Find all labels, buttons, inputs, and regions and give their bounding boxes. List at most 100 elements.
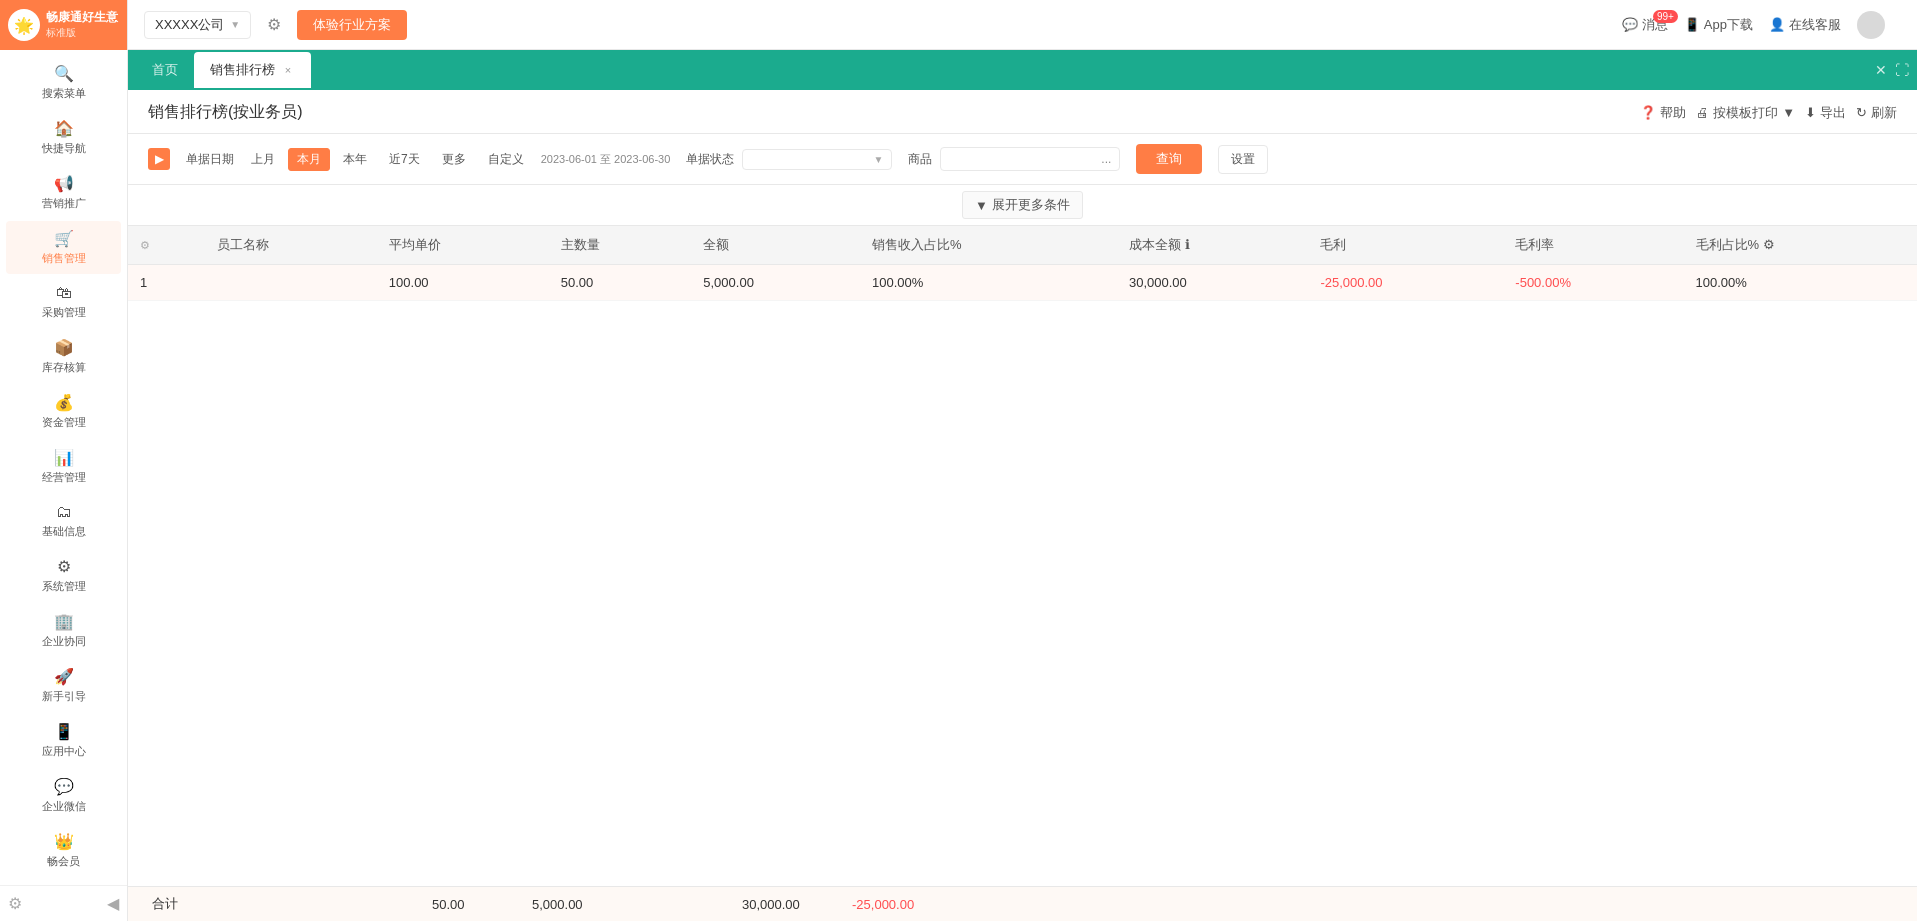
template-print-arrow: ▼ (1782, 105, 1795, 120)
online-service-icon: 👤 (1769, 17, 1785, 32)
sidebar-item-inventory[interactable]: 📦库存核算 (6, 330, 121, 383)
cell-r0-main_qty: 50.00 (549, 265, 692, 301)
app-download-icon: 📱 (1684, 17, 1700, 32)
data-table: ⚙员工名称平均单价主数量全额销售收入占比%成本全额 ℹ毛利毛利率毛利占比% ⚙ … (128, 226, 1917, 301)
sidebar-item-operations[interactable]: 📊经营管理 (6, 440, 121, 493)
th-index: ⚙ (128, 226, 205, 265)
tab-close-icon[interactable]: × (281, 63, 295, 77)
goods-filter-group: 商品 ... (908, 147, 1120, 171)
filter-toggle-btn[interactable]: ▶ (148, 148, 170, 170)
goods-input[interactable]: ... (940, 147, 1120, 171)
topbar-settings-icon[interactable]: ⚙ (267, 15, 281, 34)
table-container: ⚙员工名称平均单价主数量全额销售收入占比%成本全额 ℹ毛利毛利率毛利占比% ⚙ … (128, 226, 1917, 921)
sidebar-label-marketing: 营销推广 (42, 196, 86, 211)
status-select-arrow: ▼ (873, 154, 883, 165)
sidebar-item-marketing[interactable]: 📢 营销推广 (6, 166, 121, 219)
logo-title: 畅康通好生意 (46, 10, 118, 26)
sidebar-label-shortcut: 快捷导航 (42, 141, 86, 156)
th-cost: 成本全额 ℹ (1117, 226, 1308, 265)
expand-button[interactable]: ▼ 展开更多条件 (962, 191, 1083, 219)
sidebar-item-search[interactable]: 🔍搜索菜单 (6, 56, 121, 109)
expand-label: 展开更多条件 (992, 196, 1070, 214)
template-print-button[interactable]: 🖨 按模板打印 ▼ (1696, 104, 1795, 122)
sidebar-icon-marketing: 📢 (54, 174, 74, 193)
company-selector[interactable]: XXXXX公司 ▼ (144, 11, 251, 39)
sidebar-item-basic[interactable]: 🗂基础信息 (6, 495, 121, 547)
date-btn-上月[interactable]: 上月 (242, 148, 284, 171)
sidebar-icon-system: ⚙ (57, 557, 71, 576)
export-icon: ⬇ (1805, 105, 1816, 120)
page-title-row: 销售排行榜(按业务员) ❓ 帮助 🖨 按模板打印 ▼ ⬇ 导出 (148, 102, 1897, 133)
goods-more-icon[interactable]: ... (1101, 152, 1111, 166)
header-actions: ❓ 帮助 🖨 按模板打印 ▼ ⬇ 导出 ↻ 刷新 (1640, 104, 1897, 122)
tab-maximize-icon[interactable]: ⛶ (1895, 62, 1909, 78)
filter-toggle-icon: ▶ (155, 152, 164, 166)
sidebar-icon-apps: 📱 (54, 722, 74, 741)
sidebar-icon-wechat: 💬 (54, 777, 74, 796)
table-footer: 合计 50.00 5,000.00 30,000.00 -25,000.00 (128, 886, 1917, 921)
sidebar-item-finance[interactable]: 💰 资金管理 (6, 385, 121, 438)
table-header-row: ⚙员工名称平均单价主数量全额销售收入占比%成本全额 ℹ毛利毛利率毛利占比% ⚙ (128, 226, 1917, 265)
user-avatar[interactable] (1857, 11, 1885, 39)
export-button[interactable]: ⬇ 导出 (1805, 104, 1846, 122)
online-service-item[interactable]: 👤 在线客服 (1769, 16, 1841, 34)
app-download-item[interactable]: 📱 App下载 (1684, 16, 1753, 34)
tab-home[interactable]: 首页 (136, 52, 194, 88)
th-label-gross: 毛利 (1320, 237, 1346, 252)
main-area: XXXXX公司 ▼ ⚙ 体验行业方案 💬 消息 99+ 📱 App下载 👤 在线… (128, 0, 1917, 921)
sidebar-icon-basic: 🗂 (56, 503, 72, 521)
sidebar-icon-purchase: 🛍 (56, 284, 72, 302)
sidebar-label-purchase: 采购管理 (42, 305, 86, 320)
sidebar-item-enterprise[interactable]: 🏢企业协同 (6, 604, 121, 657)
date-btn-本月[interactable]: 本月 (288, 148, 330, 171)
th-label-main_qty: 主数量 (561, 237, 600, 252)
trial-button[interactable]: 体验行业方案 (297, 10, 407, 40)
sidebar-icon-finance: 💰 (54, 393, 74, 412)
sidebar-item-apps[interactable]: 📱应用中心 (6, 714, 121, 767)
sidebar-label-operations: 经营管理 (42, 470, 86, 485)
sidebar-icon-guide: 🚀 (54, 667, 74, 686)
template-print-icon: 🖨 (1696, 105, 1709, 120)
status-select[interactable]: ▼ (742, 149, 892, 170)
sidebar-item-purchase[interactable]: 🛍 采购管理 (6, 276, 121, 328)
th-label-avg_price: 平均单价 (389, 237, 441, 252)
company-dropdown-arrow: ▼ (230, 19, 240, 30)
cell-r0-avg_price: 100.00 (377, 265, 549, 301)
sidebar-item-shortcut[interactable]: 🏠快捷导航 (6, 111, 121, 164)
setting-button[interactable]: 设置 (1218, 145, 1268, 174)
refresh-button[interactable]: ↻ 刷新 (1856, 104, 1897, 122)
sidebar-item-member[interactable]: 👑畅会员 (6, 824, 121, 877)
query-button[interactable]: 查询 (1136, 144, 1202, 174)
expand-row: ▼ 展开更多条件 (128, 185, 1917, 226)
topbar: XXXXX公司 ▼ ⚙ 体验行业方案 💬 消息 99+ 📱 App下载 👤 在线… (128, 0, 1917, 50)
company-name: XXXXX公司 (155, 16, 224, 34)
table-body: 1100.0050.005,000.00100.00%30,000.00-25,… (128, 265, 1917, 301)
topbar-right: 💬 消息 99+ 📱 App下载 👤 在线客服 (1622, 11, 1901, 39)
export-label: 导出 (1820, 104, 1846, 122)
sidebar-label-finance: 资金管理 (42, 415, 86, 430)
filter-bar: ▶ 单据日期 上月本月本年近7天更多自定义 2023-06-01 至 2023-… (128, 134, 1917, 185)
date-btn-更多[interactable]: 更多 (433, 148, 475, 171)
tab-sales-label: 销售排行榜 (210, 61, 275, 79)
tab-close-window-icon[interactable]: ✕ (1875, 62, 1887, 78)
sidebar-item-sales[interactable]: 🛒销售管理 (6, 221, 121, 274)
sidebar-item-guide[interactable]: 🚀新手引导 (6, 659, 121, 712)
th-avg_price: 平均单价 (377, 226, 549, 265)
sidebar-item-system[interactable]: ⚙系统管理 (6, 549, 121, 602)
sidebar-nav: 🔍搜索菜单🏠快捷导航 📢 营销推广 🛒销售管理 🛍 采购管理 📦库存核算 💰 资金管理 📊经营管理… (0, 50, 127, 885)
sidebar-settings-icon[interactable]: ⚙ (8, 894, 22, 913)
date-btn-本年[interactable]: 本年 (334, 148, 376, 171)
help-button[interactable]: ❓ 帮助 (1640, 104, 1686, 122)
th-settings-icon[interactable]: ⚙ (140, 239, 150, 251)
tab-sales-ranking[interactable]: 销售排行榜 × (194, 52, 311, 88)
date-btn-近7天[interactable]: 近7天 (380, 148, 429, 171)
th-label-gross_pct: 毛利占比% ⚙ (1696, 237, 1775, 252)
app-download-label: App下载 (1704, 16, 1753, 34)
message-icon-item[interactable]: 💬 消息 99+ (1622, 16, 1668, 34)
table-row: 1100.0050.005,000.00100.00%30,000.00-25,… (128, 265, 1917, 301)
sidebar-item-wechat[interactable]: 💬企业微信 (6, 769, 121, 822)
date-btn-自定义[interactable]: 自定义 (479, 148, 533, 171)
sidebar-collapse-icon[interactable]: ◀ (107, 894, 119, 913)
tab-home-label: 首页 (152, 61, 178, 79)
th-label-gross_rate: 毛利率 (1515, 237, 1554, 252)
